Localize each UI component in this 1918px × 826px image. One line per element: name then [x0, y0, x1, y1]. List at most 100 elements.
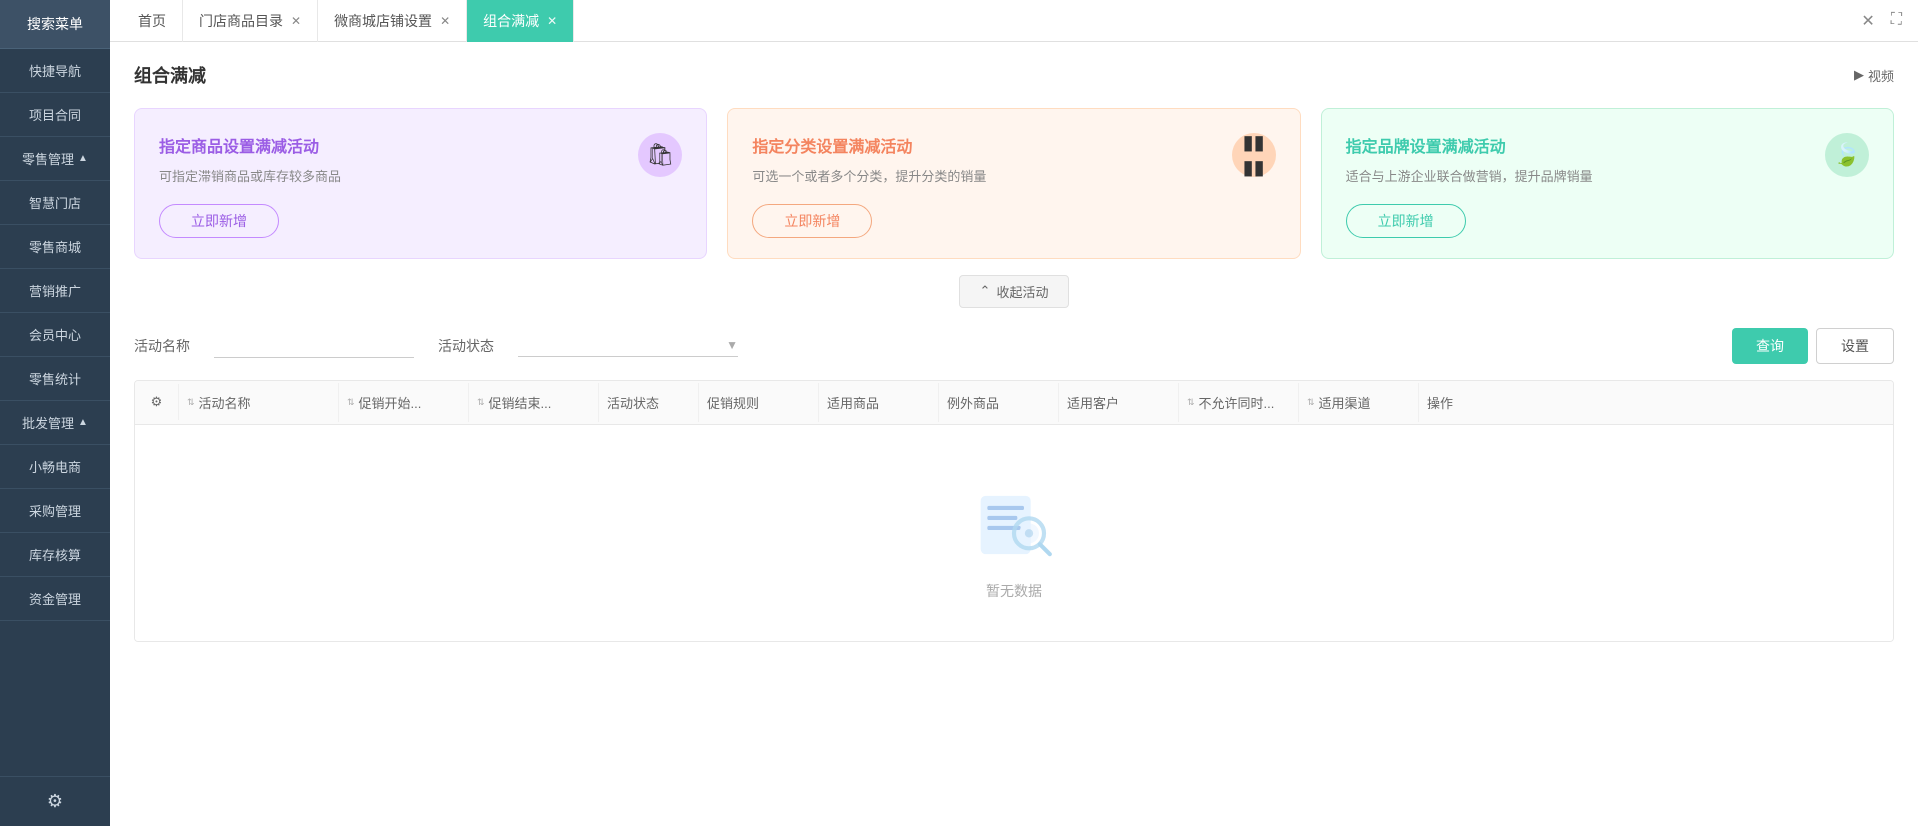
chevron-down-icon: ▲ — [78, 417, 88, 428]
empty-text: 暂无数据 — [986, 581, 1042, 601]
close-icon[interactable]: ✕ — [291, 14, 301, 28]
gear-icon[interactable]: ⚙ — [0, 776, 110, 826]
sidebar-item-label: 会员中心 — [29, 325, 81, 344]
empty-state: 暂无数据 — [135, 425, 1893, 641]
tab-label: 首页 — [138, 11, 166, 31]
sidebar-item-retail-mgmt[interactable]: 零售管理 ▲ — [0, 137, 110, 181]
settings-button[interactable]: 设置 — [1816, 328, 1894, 364]
th-except-goods: 例外商品 — [939, 383, 1059, 422]
sidebar-item-label: 零售统计 — [29, 369, 81, 388]
sidebar-item-label: 小畅电商 — [29, 457, 81, 476]
activity-name-input[interactable] — [214, 333, 414, 358]
card-title: 指定分类设置满减活动 — [752, 133, 1275, 157]
card-by-brand: 🍃 指定品牌设置满减活动 适合与上游企业联合做营销，提升品牌销量 立即新增 — [1321, 108, 1894, 259]
sidebar-item-label: 快捷导航 — [29, 61, 81, 80]
add-category-activity-button[interactable]: 立即新增 — [752, 204, 872, 238]
sort-icon: ⇅ — [187, 397, 195, 408]
add-product-activity-button[interactable]: 立即新增 — [159, 204, 279, 238]
table-header: ⚙ ⇅ 活动名称 ⇅ 促销开始... ⇅ 促销结束... 活动状态 — [135, 381, 1893, 425]
page-content: 组合满减 ▶ 视频 🛍 指定商品设置满减活动 可指定滞销商品或库存较多商品 立即… — [110, 42, 1918, 826]
sidebar-item-label: 智慧门店 — [29, 193, 81, 212]
tab-combo-discount[interactable]: 组合满减 ✕ — [467, 0, 574, 42]
expand-icon[interactable]: ⛶ — [1887, 11, 1906, 31]
sort-icon: ⇅ — [1187, 397, 1195, 408]
card-title: 指定商品设置满减活动 — [159, 133, 682, 157]
video-link[interactable]: ▶ 视频 — [1854, 66, 1894, 85]
sidebar-item-smart-store[interactable]: 智慧门店 — [0, 181, 110, 225]
sidebar-item-label: 库存核算 — [29, 545, 81, 564]
sort-icon: ⇅ — [347, 397, 355, 408]
th-promo-rule: 促销规则 — [699, 383, 819, 422]
sidebar-search-item[interactable]: 搜索菜单 — [0, 0, 110, 49]
card-desc: 可指定滞销商品或库存较多商品 — [159, 167, 682, 188]
card-desc: 适合与上游企业联合做营销，提升品牌销量 — [1346, 167, 1869, 188]
sidebar-item-inventory[interactable]: 库存核算 — [0, 533, 110, 577]
th-promo-start[interactable]: ⇅ 促销开始... — [339, 383, 469, 422]
th-activity-status: 活动状态 — [599, 383, 699, 422]
sidebar-item-label: 零售商城 — [29, 237, 81, 256]
empty-illustration — [964, 485, 1064, 565]
sort-icon: ⇅ — [1307, 397, 1315, 408]
tab-wechat-settings[interactable]: 微商城店铺设置 ✕ — [318, 0, 467, 42]
sidebar-item-wholesale-mgmt[interactable]: 批发管理 ▲ — [0, 401, 110, 445]
chevron-up-icon: ⌃ — [980, 283, 991, 299]
sidebar: 搜索菜单 快捷导航 项目合同 零售管理 ▲ 智慧门店 零售商城 营销推广 会员中… — [0, 0, 110, 826]
sidebar-item-quick-nav[interactable]: 快捷导航 — [0, 49, 110, 93]
th-operation: 操作 — [1419, 383, 1893, 422]
brand-icon: 🍃 — [1825, 133, 1869, 177]
collapse-button[interactable]: ⌃ 收起活动 — [959, 275, 1070, 308]
play-icon: ▶ — [1854, 67, 1864, 83]
sidebar-item-label: 营销推广 — [29, 281, 81, 300]
chevron-down-icon: ▼ — [726, 338, 738, 352]
sidebar-item-xiaochange[interactable]: 小畅电商 — [0, 445, 110, 489]
sidebar-item-project-contract[interactable]: 项目合同 — [0, 93, 110, 137]
collapse-bar: ⌃ 收起活动 — [134, 275, 1894, 308]
th-applicable-customer: 适用客户 — [1059, 383, 1179, 422]
th-promo-end[interactable]: ⇅ 促销结束... — [469, 383, 599, 422]
page-title: 组合满减 — [134, 62, 206, 88]
sidebar-search-label: 搜索菜单 — [27, 16, 83, 32]
add-brand-activity-button[interactable]: 立即新增 — [1346, 204, 1466, 238]
sidebar-item-finance[interactable]: 资金管理 — [0, 577, 110, 621]
activity-name-label: 活动名称 — [134, 336, 190, 356]
chevron-up-icon: ▲ — [78, 153, 88, 164]
card-desc: 可选一个或者多个分类，提升分类的销量 — [752, 167, 1275, 188]
sidebar-item-retail-stats[interactable]: 零售统计 — [0, 357, 110, 401]
sidebar-item-label: 资金管理 — [29, 589, 81, 608]
th-applicable-goods: 适用商品 — [819, 383, 939, 422]
tabbar: 首页 门店商品目录 ✕ 微商城店铺设置 ✕ 组合满减 ✕ ✕ ⛶ — [110, 0, 1918, 42]
th-activity-name[interactable]: ⇅ 活动名称 — [179, 383, 339, 422]
th-applicable-channel[interactable]: ⇅ 适用渠道 — [1299, 383, 1419, 422]
th-gear[interactable]: ⚙ — [135, 384, 179, 420]
filter-row: 活动名称 活动状态 ▼ 查询 设置 — [134, 328, 1894, 364]
tabbar-actions: ✕ ⛶ — [1857, 11, 1906, 31]
sidebar-item-label: 零售管理 — [22, 149, 74, 168]
close-icon[interactable]: ✕ — [440, 14, 450, 28]
tab-home[interactable]: 首页 — [122, 0, 183, 42]
card-by-product: 🛍 指定商品设置满减活动 可指定滞销商品或库存较多商品 立即新增 — [134, 108, 707, 259]
activity-status-select[interactable]: ▼ — [518, 334, 738, 357]
category-icon: ▮▮▮▮ — [1232, 133, 1276, 177]
tab-label: 门店商品目录 — [199, 11, 283, 31]
tab-label: 微商城店铺设置 — [334, 11, 432, 31]
filter-actions: 查询 设置 — [1732, 328, 1894, 364]
sidebar-item-label: 项目合同 — [29, 105, 81, 124]
data-table: ⚙ ⇅ 活动名称 ⇅ 促销开始... ⇅ 促销结束... 活动状态 — [134, 380, 1894, 642]
collapse-label: 收起活动 — [996, 282, 1048, 301]
video-label: 视频 — [1868, 66, 1894, 85]
sidebar-item-label: 采购管理 — [29, 501, 81, 520]
page-header: 组合满减 ▶ 视频 — [134, 62, 1894, 88]
sidebar-item-marketing[interactable]: 营销推广 — [0, 269, 110, 313]
gear-icon: ⚙ — [151, 394, 163, 410]
close-icon[interactable]: ✕ — [547, 14, 557, 28]
tab-label: 组合满减 — [483, 11, 539, 31]
sidebar-item-retail-mall[interactable]: 零售商城 — [0, 225, 110, 269]
sort-icon: ⇅ — [477, 397, 485, 408]
th-conflict[interactable]: ⇅ 不允许同时... — [1179, 383, 1299, 422]
tab-store-catalog[interactable]: 门店商品目录 ✕ — [183, 0, 318, 42]
query-button[interactable]: 查询 — [1732, 328, 1808, 364]
sidebar-item-member-center[interactable]: 会员中心 — [0, 313, 110, 357]
sidebar-item-purchase-mgmt[interactable]: 采购管理 — [0, 489, 110, 533]
activity-status-label: 活动状态 — [438, 336, 494, 356]
close-window-icon[interactable]: ✕ — [1857, 11, 1878, 31]
